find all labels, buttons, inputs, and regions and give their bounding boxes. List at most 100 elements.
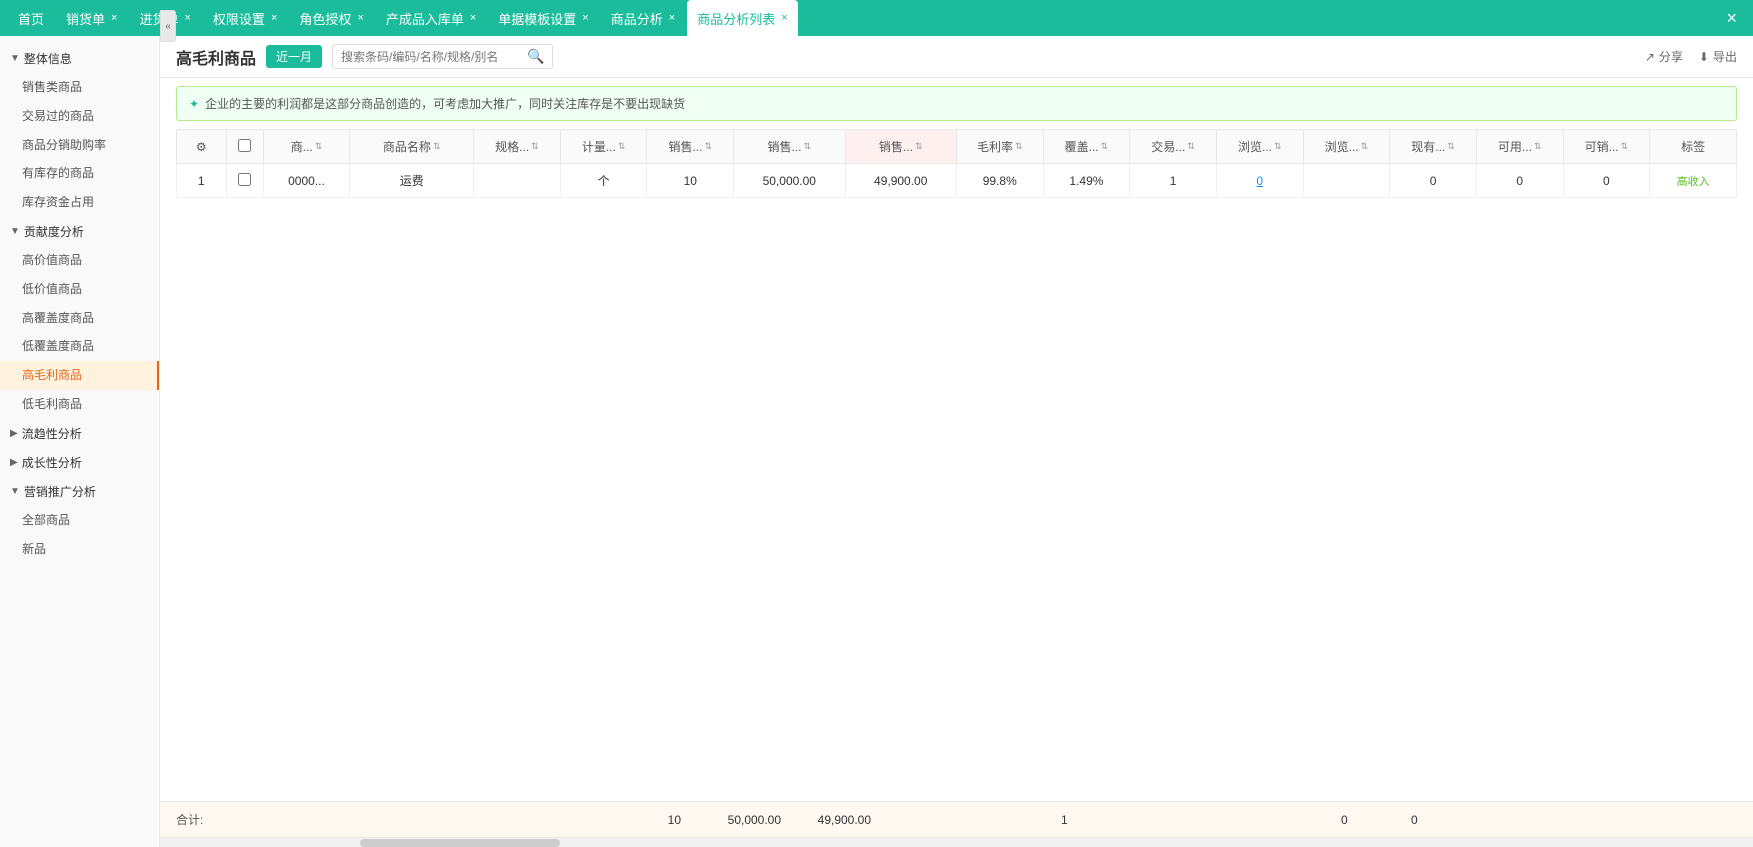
sort-icon-sales2: ⇅ <box>804 141 812 152</box>
nav-sales[interactable]: 销货单 × <box>56 0 127 36</box>
cell-transaction: 1 <box>1130 164 1217 198</box>
sidebar-item-sales-goods[interactable]: 销售类商品 <box>0 73 159 102</box>
search-input[interactable] <box>341 50 521 64</box>
share-button[interactable]: ↗ 分享 <box>1645 48 1683 65</box>
sidebar-collapse-button[interactable]: « <box>160 10 176 42</box>
nav-role-close[interactable]: × <box>357 12 363 24</box>
cell-name: 运费 <box>350 164 474 198</box>
cell-index: 1 <box>177 164 227 198</box>
th-code[interactable]: 商... ⇅ <box>263 130 350 164</box>
sidebar-item-high-value[interactable]: 高价值商品 <box>0 246 159 275</box>
th-browse1[interactable]: 浏览... ⇅ <box>1216 130 1303 164</box>
row-checkbox[interactable] <box>238 173 251 186</box>
sidebar-group-marketing[interactable]: ▼ 营销推广分析 <box>0 477 159 506</box>
sidebar-item-low-coverage[interactable]: 低覆盖度商品 <box>0 332 159 361</box>
content-area: 高毛利商品 近一月 🔍 ↗ 分享 ⬇ 导出 ✦ 企业的主要的利润都是这部分商品创… <box>160 36 1753 847</box>
th-name[interactable]: 商品名称 ⇅ <box>350 130 474 164</box>
th-unit[interactable]: 计量... ⇅ <box>560 130 647 164</box>
cell-spec <box>474 164 561 198</box>
sidebar-item-new-goods[interactable]: 新品 <box>0 535 159 564</box>
nav-home[interactable]: 首页 <box>8 0 54 36</box>
cell-unit: 个 <box>560 164 647 198</box>
nav-analysis[interactable]: 商品分析 × <box>601 0 685 36</box>
cell-code: 0000... <box>263 164 350 198</box>
nav-template[interactable]: 单据模板设置 × <box>488 0 598 36</box>
table-header-row: ⚙ 商... ⇅ 商品名称 <box>177 130 1737 164</box>
th-stock3[interactable]: 可销... ⇅ <box>1563 130 1650 164</box>
info-icon: ✦ <box>189 97 199 111</box>
nav-analysis-close[interactable]: × <box>669 12 675 24</box>
sidebar-item-stock-funds[interactable]: 库存资金占用 <box>0 188 159 217</box>
cell-stock3: 0 <box>1563 164 1650 198</box>
th-coverage[interactable]: 覆盖... ⇅ <box>1043 130 1130 164</box>
sort-icon-stock3: ⇅ <box>1621 141 1629 152</box>
sidebar-item-stocked-goods[interactable]: 有库存的商品 <box>0 159 159 188</box>
sort-icon-stock2: ⇅ <box>1534 141 1542 152</box>
footer-stock2: 0 <box>1379 813 1449 827</box>
footer-sales2: 50,000.00 <box>709 813 799 827</box>
cell-stock1: 0 <box>1390 164 1477 198</box>
nav-sales-close[interactable]: × <box>111 12 117 24</box>
sidebar-group-trend[interactable]: ▶ 流趋性分析 <box>0 419 159 448</box>
table-row: 1 0000... 运费 个 10 50,000.00 49,900.00 99… <box>177 164 1737 198</box>
th-spec[interactable]: 规格... ⇅ <box>474 130 561 164</box>
nav-permission[interactable]: 权限设置 × <box>203 0 287 36</box>
sidebar-item-traded-goods[interactable]: 交易过的商品 <box>0 102 159 131</box>
nav-permission-close[interactable]: × <box>271 12 277 24</box>
sort-icon-unit: ⇅ <box>618 141 626 152</box>
sidebar-item-low-value[interactable]: 低价值商品 <box>0 275 159 304</box>
th-stock1[interactable]: 现有... ⇅ <box>1390 130 1477 164</box>
sort-icon-browse1: ⇅ <box>1274 141 1282 152</box>
sort-icon-coverage: ⇅ <box>1101 141 1109 152</box>
nav-template-close[interactable]: × <box>582 12 588 24</box>
nav-analysis-list-close[interactable]: × <box>781 12 787 24</box>
sidebar: ▼ 整体信息 销售类商品 交易过的商品 商品分销助购率 有库存的商品 库存资金占… <box>0 36 160 847</box>
sidebar-item-distribution-rate[interactable]: 商品分销助购率 <box>0 131 159 160</box>
horizontal-scrollbar[interactable] <box>160 837 1753 847</box>
sidebar-item-low-margin[interactable]: 低毛利商品 <box>0 390 159 419</box>
sort-icon-gross: ⇅ <box>1015 141 1023 152</box>
th-sales3[interactable]: 销售... ⇅ <box>845 130 956 164</box>
info-banner: ✦ 企业的主要的利润都是这部分商品创造的，可考虑加大推广，同时关注库存是不要出现… <box>176 86 1737 121</box>
nav-purchase-close[interactable]: × <box>184 12 190 24</box>
sidebar-item-high-coverage[interactable]: 高覆盖度商品 <box>0 304 159 333</box>
nav-role[interactable]: 角色授权 × <box>289 0 373 36</box>
th-gross-rate[interactable]: 毛利率 ⇅ <box>956 130 1043 164</box>
sort-icon-sales3: ⇅ <box>915 141 923 152</box>
sidebar-group-growth[interactable]: ▶ 成长性分析 <box>0 448 159 477</box>
header-actions: ↗ 分享 ⬇ 导出 <box>1645 48 1737 65</box>
search-icon[interactable]: 🔍 <box>527 48 544 65</box>
sort-icon-transaction: ⇅ <box>1187 141 1195 152</box>
nav-production-close[interactable]: × <box>470 12 476 24</box>
select-all-checkbox[interactable] <box>238 139 251 152</box>
th-sales1[interactable]: 销售... ⇅ <box>647 130 734 164</box>
cell-tag: 高收入 <box>1650 164 1737 198</box>
sidebar-group-overall[interactable]: ▼ 整体信息 <box>0 44 159 73</box>
sidebar-group-contribution[interactable]: ▼ 贡献度分析 <box>0 217 159 246</box>
th-sales2[interactable]: 销售... ⇅ <box>734 130 845 164</box>
period-button[interactable]: 近一月 <box>266 45 322 68</box>
cell-sales2: 50,000.00 <box>734 164 845 198</box>
th-checkbox <box>226 130 263 164</box>
sort-icon-spec: ⇅ <box>531 141 539 152</box>
cell-browse1[interactable]: 0 <box>1216 164 1303 198</box>
nav-production[interactable]: 产成品入库单 × <box>376 0 486 36</box>
footer-stock1: 0 <box>1309 813 1379 827</box>
cell-sales1: 10 <box>647 164 734 198</box>
scroll-thumb[interactable] <box>360 839 560 847</box>
table-container: ⚙ 商... ⇅ 商品名称 <box>160 129 1753 801</box>
cell-browse2 <box>1303 164 1390 198</box>
search-box: 🔍 <box>332 44 553 69</box>
th-browse2[interactable]: 浏览... ⇅ <box>1303 130 1390 164</box>
sidebar-item-high-margin[interactable]: 高毛利商品 <box>0 361 159 390</box>
footer-label: 合计: <box>176 811 203 828</box>
th-stock2[interactable]: 可用... ⇅ <box>1476 130 1563 164</box>
window-close-button[interactable]: × <box>1718 8 1745 29</box>
nav-analysis-list[interactable]: 商品分析列表 × <box>687 0 797 36</box>
cell-coverage: 1.49% <box>1043 164 1130 198</box>
export-button[interactable]: ⬇ 导出 <box>1699 48 1737 65</box>
th-transaction[interactable]: 交易... ⇅ <box>1130 130 1217 164</box>
sidebar-item-all-goods[interactable]: 全部商品 <box>0 506 159 535</box>
export-icon: ⬇ <box>1699 50 1709 64</box>
th-tag[interactable]: 标签 <box>1650 130 1737 164</box>
